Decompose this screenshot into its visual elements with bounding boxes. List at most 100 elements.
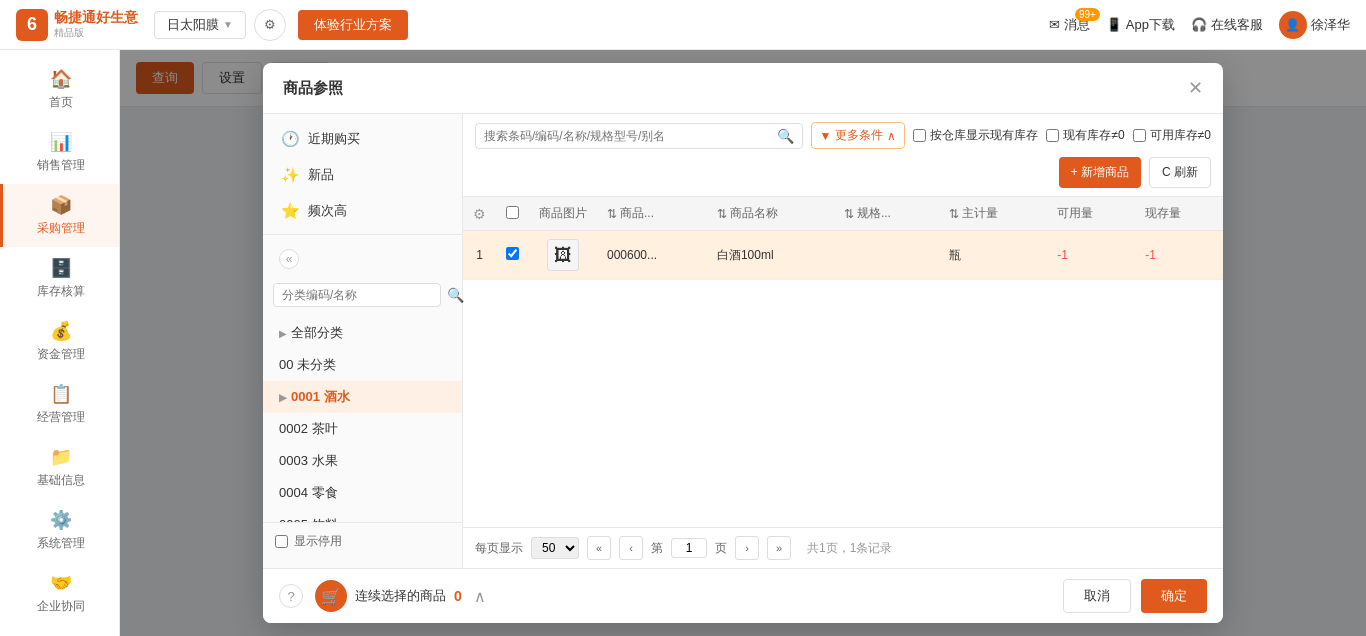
- category-tea[interactable]: 0002 茶叶: [263, 413, 462, 445]
- expand-icon: ▶: [279, 328, 287, 339]
- warehouse-filter-checkbox[interactable]: [913, 129, 926, 142]
- modal-close-button[interactable]: ✕: [1188, 77, 1203, 99]
- category-liquor[interactable]: ▶ 0001 酒水: [263, 381, 462, 413]
- td-available: -1: [1047, 231, 1135, 280]
- help-button[interactable]: ?: [279, 584, 303, 608]
- product-search-input[interactable]: [484, 129, 773, 143]
- sidebar-item-finance[interactable]: 💰 资金管理: [0, 310, 119, 373]
- nav-settings-button[interactable]: ⚙: [254, 9, 286, 41]
- collapse-cart-button[interactable]: ∧: [474, 587, 486, 606]
- logo-text: 畅捷通好生意 精品版: [54, 9, 138, 40]
- td-image: 🖼: [529, 231, 597, 280]
- next-page-button[interactable]: ›: [735, 536, 759, 560]
- frequent-tab[interactable]: ⭐ 频次高: [271, 194, 454, 228]
- page-number-input[interactable]: [671, 538, 707, 558]
- toolbar-right: + 新增商品 C 刷新: [1059, 157, 1211, 188]
- message-icon: ✉: [1049, 17, 1060, 32]
- th-settings[interactable]: ⚙: [463, 197, 496, 231]
- store-selector[interactable]: 日太阳膜 ▼: [154, 11, 246, 39]
- modal-toolbar: 🔍 ▼ 更多条件 ∧ 按仓库显示现有库存: [463, 114, 1223, 197]
- td-code: 000600...: [597, 231, 707, 280]
- stock-not-zero-label[interactable]: 现有库存≠0: [1046, 127, 1124, 144]
- confirm-button[interactable]: 确定: [1141, 579, 1207, 613]
- product-search-icon[interactable]: 🔍: [777, 128, 794, 144]
- modal-left-panel: 🕐 近期购买 ✨ 新品 ⭐ 频次高: [263, 114, 463, 568]
- category-search-icon[interactable]: 🔍: [447, 287, 464, 303]
- category-search-input[interactable]: [273, 283, 441, 307]
- recent-purchase-tab[interactable]: 🕐 近期购买: [271, 122, 454, 156]
- td-num: 1: [463, 231, 496, 280]
- new-icon: ✨: [281, 166, 300, 184]
- th-stock[interactable]: 现存量: [1135, 197, 1223, 231]
- first-page-button[interactable]: «: [587, 536, 611, 560]
- user-area[interactable]: 👤 徐泽华: [1279, 11, 1350, 39]
- sidebar-item-home[interactable]: 🏠 首页: [0, 58, 119, 121]
- enterprise-icon: 🤝: [50, 572, 72, 594]
- category-beverage[interactable]: 0005 饮料: [263, 509, 462, 522]
- modal-header: 商品参照 ✕: [263, 63, 1223, 114]
- select-all-checkbox[interactable]: [506, 206, 519, 219]
- main-content: 查询 设置 刷新 商品参照 ✕ 🕐: [120, 50, 1366, 636]
- cart-button[interactable]: 🛒: [315, 580, 347, 612]
- show-disabled-label[interactable]: 显示停用: [294, 533, 342, 550]
- stock-not-zero-checkbox[interactable]: [1046, 129, 1059, 142]
- category-uncategorized[interactable]: 00 未分类: [263, 349, 462, 381]
- sidebar-item-sales[interactable]: 📊 销售管理: [0, 121, 119, 184]
- refresh-button[interactable]: C 刷新: [1149, 157, 1211, 188]
- online-service-button[interactable]: 🎧 在线客服: [1191, 16, 1263, 34]
- trial-button[interactable]: 体验行业方案: [298, 10, 408, 40]
- last-page-button[interactable]: »: [767, 536, 791, 560]
- sidebar-item-purchase[interactable]: 📦 采购管理: [0, 184, 119, 247]
- show-disabled-checkbox[interactable]: [275, 535, 288, 548]
- sort-icon-unit: ⇅: [949, 207, 959, 221]
- quick-tabs: 🕐 近期购买 ✨ 新品 ⭐ 频次高: [263, 122, 462, 228]
- td-unit: 瓶: [939, 231, 1047, 280]
- headset-icon: 🎧: [1191, 17, 1207, 32]
- sidebar-item-enterprise[interactable]: 🤝 企业协同: [0, 562, 119, 625]
- collapse-panel-button[interactable]: «: [279, 249, 299, 269]
- sidebar-item-inventory[interactable]: 🗄️ 库存核算: [0, 247, 119, 310]
- sidebar-item-operations[interactable]: 📋 经营管理: [0, 373, 119, 436]
- active-expand-icon: ▶: [279, 392, 287, 403]
- th-checkbox[interactable]: [496, 197, 529, 231]
- table-row[interactable]: 1 🖼 000600... 白酒100ml 瓶: [463, 231, 1223, 280]
- divider: [263, 234, 462, 235]
- operations-icon: 📋: [50, 383, 72, 405]
- star-icon: ⭐: [281, 202, 300, 220]
- sidebar-item-basic-info[interactable]: 📁 基础信息: [0, 436, 119, 499]
- sidebar-item-guide[interactable]: 📖 新手引导: [0, 625, 119, 636]
- category-fruit[interactable]: 0003 水果: [263, 445, 462, 477]
- td-spec: [834, 231, 939, 280]
- page-size-select[interactable]: 50: [531, 537, 579, 559]
- messages-button[interactable]: ✉ 消息 99+: [1049, 16, 1090, 34]
- category-snack[interactable]: 0004 零食: [263, 477, 462, 509]
- cancel-button[interactable]: 取消: [1063, 579, 1131, 613]
- usable-not-zero-label[interactable]: 可用库存≠0: [1133, 127, 1211, 144]
- sidebar-item-system[interactable]: ⚙️ 系统管理: [0, 499, 119, 562]
- bottom-left-area: ? 🛒 连续选择的商品 0 ∧: [279, 580, 486, 612]
- basic-info-icon: 📁: [50, 446, 72, 468]
- th-spec[interactable]: ⇅规格...: [834, 197, 939, 231]
- category-list: ▶ 全部分类 00 未分类 ▶ 0001 酒水 0002 茶: [263, 313, 462, 522]
- app-download-button[interactable]: 📱 App下载: [1106, 16, 1175, 34]
- row-checkbox[interactable]: [506, 247, 519, 260]
- th-unit[interactable]: ⇅主计量: [939, 197, 1047, 231]
- th-available[interactable]: 可用量: [1047, 197, 1135, 231]
- message-badge: 99+: [1075, 8, 1100, 21]
- category-all[interactable]: ▶ 全部分类: [263, 317, 462, 349]
- td-checkbox[interactable]: [496, 231, 529, 280]
- warehouse-filter-label[interactable]: 按仓库显示现有库存: [913, 127, 1038, 144]
- total-info: 共1页，1条记录: [807, 540, 892, 557]
- th-code[interactable]: ⇅商品...: [597, 197, 707, 231]
- sales-icon: 📊: [50, 131, 72, 153]
- usable-not-zero-checkbox[interactable]: [1133, 129, 1146, 142]
- new-product-button[interactable]: + 新增商品: [1059, 157, 1141, 188]
- new-products-tab[interactable]: ✨ 新品: [271, 158, 454, 192]
- prev-page-button[interactable]: ‹: [619, 536, 643, 560]
- th-name[interactable]: ⇅商品名称: [707, 197, 834, 231]
- avatar: 👤: [1279, 11, 1307, 39]
- sort-icon: ⇅: [607, 207, 617, 221]
- top-navigation: 6 畅捷通好生意 精品版 日太阳膜 ▼ ⚙ 体验行业方案 ✉ 消息 99+ 📱 …: [0, 0, 1366, 50]
- logo-icon: 6: [16, 9, 48, 41]
- more-filters-button[interactable]: ▼ 更多条件 ∧: [811, 122, 906, 149]
